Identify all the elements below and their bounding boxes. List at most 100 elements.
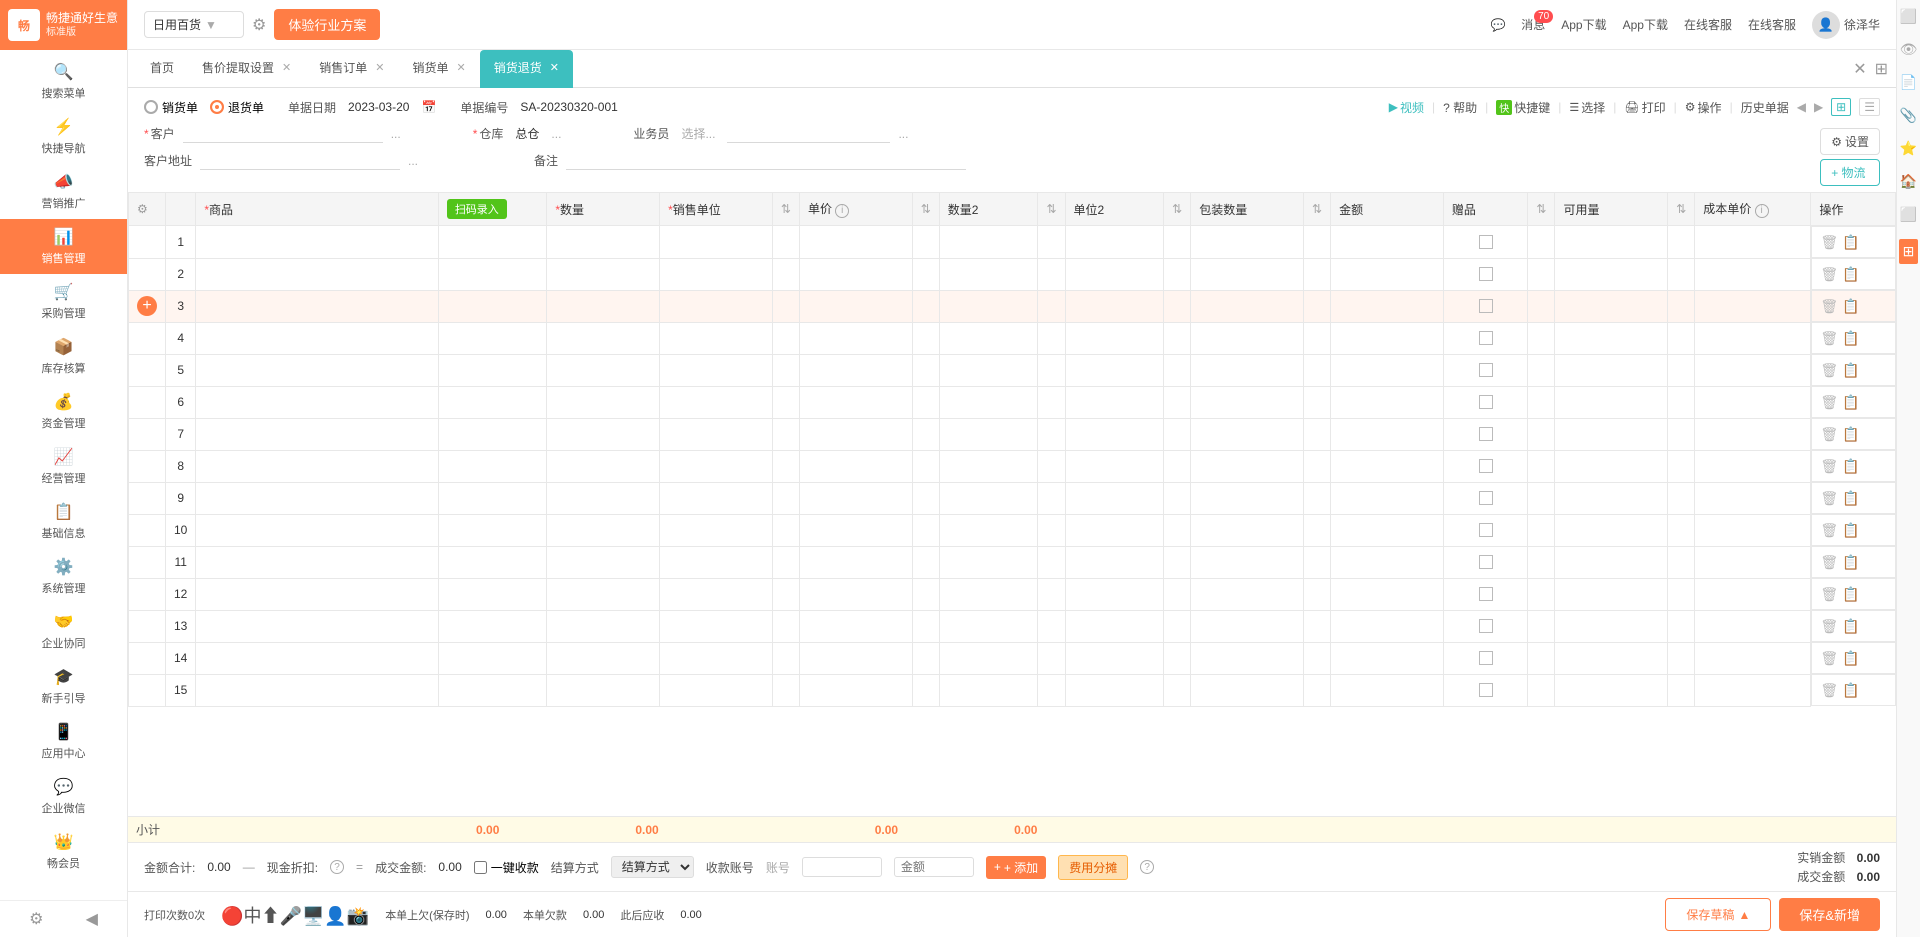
- quantity-cell[interactable]: [547, 226, 660, 259]
- cost-price-cell[interactable]: [1695, 514, 1811, 546]
- collapse-icon[interactable]: ◀: [86, 909, 98, 929]
- qty2-cell[interactable]: [939, 546, 1038, 578]
- tab-close-sales-delivery[interactable]: ✕: [457, 61, 466, 74]
- next-record-btn[interactable]: ▶: [1814, 100, 1823, 114]
- delete-row-btn[interactable]: 🗑: [1820, 650, 1838, 667]
- product-cell[interactable]: [196, 226, 438, 259]
- pack-qty-cell[interactable]: [1191, 354, 1304, 386]
- unit2-cell[interactable]: [1065, 610, 1164, 642]
- amount-cell[interactable]: [1331, 610, 1444, 642]
- tab-sales-return[interactable]: 销货退货 ✕: [480, 50, 573, 88]
- quantity-cell[interactable]: [547, 578, 660, 610]
- product-cell[interactable]: [196, 290, 438, 322]
- delete-row-btn[interactable]: 🗑: [1820, 618, 1838, 635]
- tab-home[interactable]: 首页: [136, 50, 188, 88]
- unit2-cell[interactable]: [1065, 642, 1164, 674]
- price-cell[interactable]: [799, 610, 912, 642]
- unit-cell[interactable]: [660, 482, 773, 514]
- qty2-cell[interactable]: [939, 290, 1038, 322]
- online-service-link[interactable]: 在线客服: [1684, 16, 1732, 33]
- qty2-cell[interactable]: [939, 386, 1038, 418]
- available-cell[interactable]: [1555, 514, 1668, 546]
- toolbar-history[interactable]: 历史单据: [1741, 99, 1789, 116]
- unit-cell[interactable]: [660, 226, 773, 259]
- settings-icon[interactable]: ⚙: [29, 909, 43, 929]
- right-panel-icon-4[interactable]: 📎: [1900, 107, 1917, 124]
- tab-close-price-setting[interactable]: ✕: [282, 61, 291, 74]
- tab-sales-order[interactable]: 销售订单 ✕: [305, 50, 398, 88]
- industry-select[interactable]: 日用百货 ▼: [144, 11, 244, 38]
- unit2-cell[interactable]: [1065, 354, 1164, 386]
- app-download-text[interactable]: App下载: [1623, 16, 1668, 33]
- tab-menu-btn[interactable]: ⊞: [1875, 59, 1888, 79]
- calendar-icon[interactable]: 📅: [421, 100, 436, 114]
- product-cell[interactable]: [196, 642, 438, 674]
- unit2-cell[interactable]: [1065, 322, 1164, 354]
- right-panel-icon-active[interactable]: ⊞: [1899, 239, 1919, 264]
- unit2-cell[interactable]: [1065, 482, 1164, 514]
- product-cell[interactable]: [196, 578, 438, 610]
- price-cell[interactable]: [799, 290, 912, 322]
- sidebar-item-newguide[interactable]: 🎓 新手引导: [0, 659, 127, 714]
- pack-qty-cell[interactable]: [1191, 482, 1304, 514]
- product-cell[interactable]: [196, 258, 438, 290]
- delete-row-btn[interactable]: 🗑: [1820, 362, 1838, 379]
- quantity-cell[interactable]: [547, 354, 660, 386]
- sidebar-item-system[interactable]: ⚙️ 系统管理: [0, 549, 127, 604]
- price-cell[interactable]: [799, 482, 912, 514]
- unit-cell[interactable]: [660, 290, 773, 322]
- copy-row-btn[interactable]: 📋: [1842, 682, 1859, 699]
- amount-cell[interactable]: [1331, 226, 1444, 259]
- settlement-select[interactable]: 结算方式: [611, 856, 694, 878]
- settings-topbar-icon[interactable]: ⚙: [252, 15, 266, 35]
- copy-row-btn[interactable]: 📋: [1842, 234, 1859, 251]
- quantity-cell[interactable]: [547, 322, 660, 354]
- account-input[interactable]: [802, 857, 882, 877]
- gift-cell[interactable]: [1443, 514, 1528, 546]
- sidebar-item-enterprise[interactable]: 🤝 企业协同: [0, 604, 127, 659]
- toolbar-help[interactable]: ? 帮助: [1443, 99, 1477, 116]
- quantity-cell[interactable]: [547, 290, 660, 322]
- copy-row-btn[interactable]: 📋: [1842, 618, 1859, 635]
- pack-qty-cell[interactable]: [1191, 514, 1304, 546]
- right-panel-icon-1[interactable]: ⬜: [1900, 8, 1917, 25]
- gift-checkbox[interactable]: [1479, 235, 1493, 249]
- qty2-cell[interactable]: [939, 642, 1038, 674]
- quantity-cell[interactable]: [547, 610, 660, 642]
- price-cell[interactable]: [799, 258, 912, 290]
- product-cell[interactable]: [196, 546, 438, 578]
- sort-icon-4[interactable]: ⇅: [1172, 202, 1182, 216]
- qty2-cell[interactable]: [939, 514, 1038, 546]
- radio-return[interactable]: 退货单: [210, 99, 264, 116]
- gift-checkbox[interactable]: [1479, 587, 1493, 601]
- toolbar-shortcuts[interactable]: 快快捷键: [1496, 99, 1550, 116]
- split-help-icon[interactable]: ?: [1140, 860, 1154, 874]
- available-cell[interactable]: [1555, 290, 1668, 322]
- add-payment-btn[interactable]: + + 添加: [986, 856, 1046, 879]
- toolbar-operate[interactable]: ⚙操作: [1685, 99, 1722, 116]
- unit2-cell[interactable]: [1065, 578, 1164, 610]
- unit-cell[interactable]: [660, 514, 773, 546]
- price-cell[interactable]: [799, 514, 912, 546]
- sidebar-item-shortcut[interactable]: ⚡ 快捷导航: [0, 109, 127, 164]
- experience-btn[interactable]: 体验行业方案: [274, 9, 380, 40]
- gift-cell[interactable]: [1443, 546, 1528, 578]
- sidebar-item-marketing[interactable]: 📣 营销推广: [0, 164, 127, 219]
- price-info-icon[interactable]: i: [835, 204, 849, 218]
- pack-qty-cell[interactable]: [1191, 450, 1304, 482]
- gift-cell[interactable]: [1443, 578, 1528, 610]
- tab-close-btn[interactable]: ✕: [1853, 59, 1866, 79]
- one-click-checkbox[interactable]: [474, 861, 487, 874]
- price-cell[interactable]: [799, 546, 912, 578]
- gift-cell[interactable]: [1443, 386, 1528, 418]
- radio-delivery[interactable]: 销货单: [144, 99, 198, 116]
- note-input[interactable]: [566, 151, 966, 170]
- copy-row-btn[interactable]: 📋: [1842, 586, 1859, 603]
- right-panel-icon-5[interactable]: ⭐: [1900, 140, 1917, 157]
- sidebar-item-finance[interactable]: 💰 资金管理: [0, 384, 127, 439]
- unit-cell[interactable]: [660, 674, 773, 706]
- toolbar-select[interactable]: ☰选择: [1569, 99, 1605, 116]
- product-cell[interactable]: [196, 418, 438, 450]
- cost-price-cell[interactable]: [1695, 642, 1811, 674]
- quantity-cell[interactable]: [547, 450, 660, 482]
